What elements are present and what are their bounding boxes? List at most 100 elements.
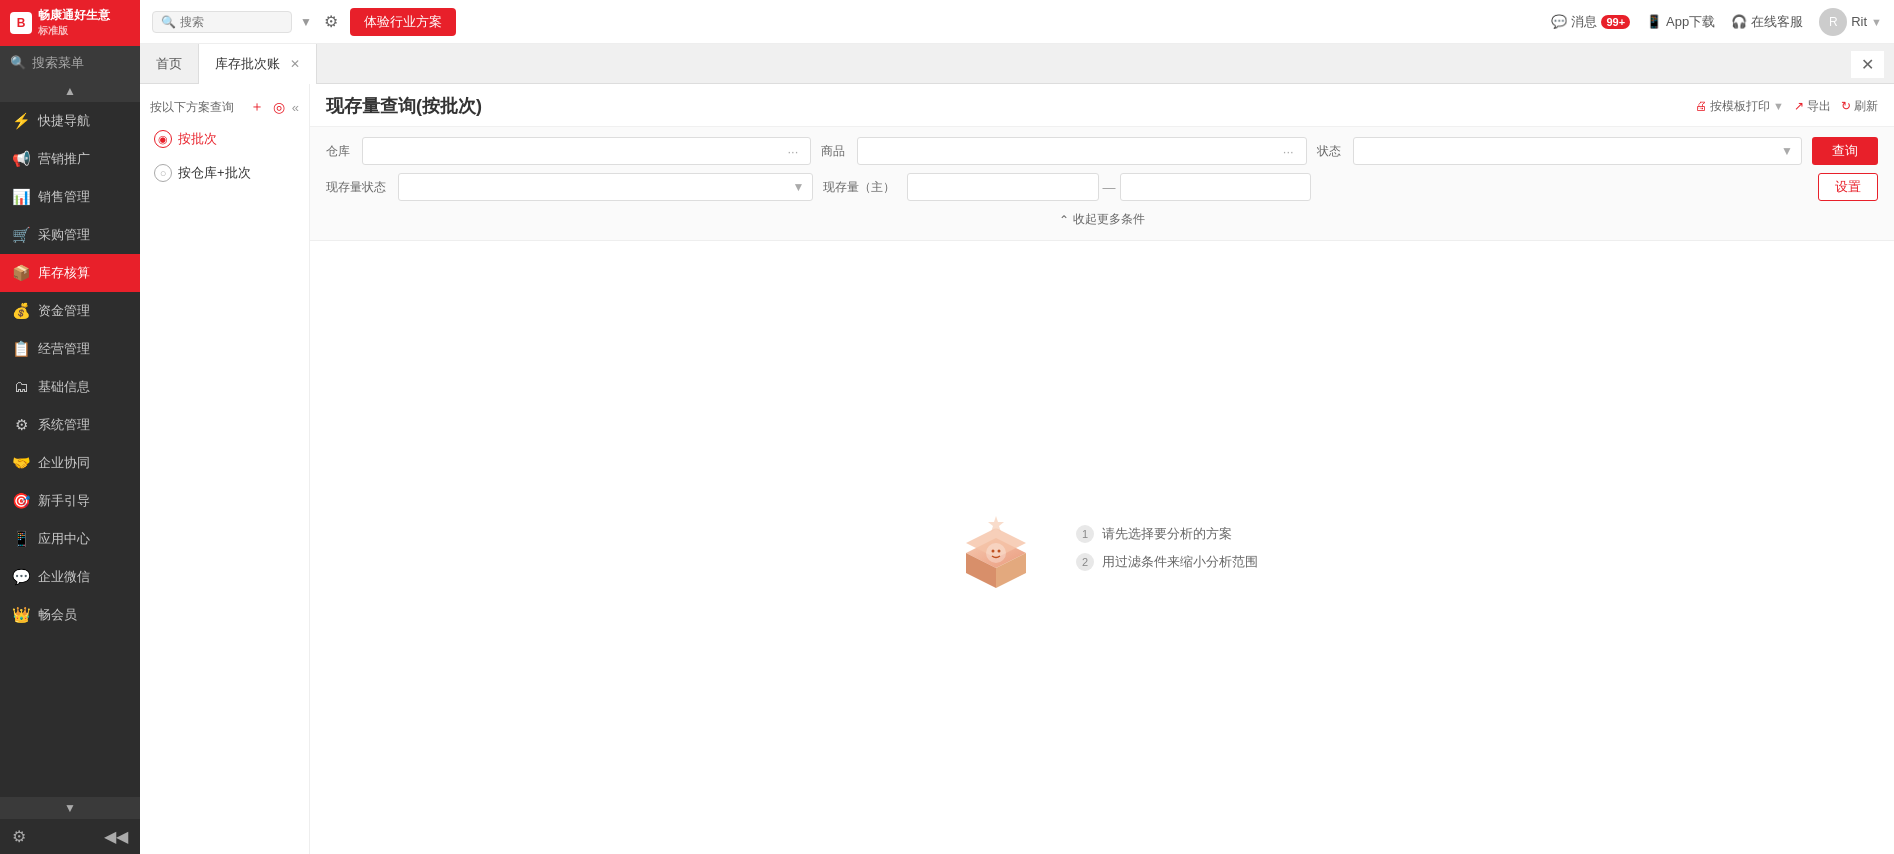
enterprise-icon: 🤝 [12,454,30,472]
user-profile-item[interactable]: R Rit ▼ [1819,8,1882,36]
left-panel-item-by-batch[interactable]: ◉ 按批次 [140,122,309,156]
manage-scheme-btn[interactable]: ◎ [270,98,288,116]
topbar: 🔍 ▼ ⚙ 体验行业方案 💬 消息 99+ 📱 App下载 🎧 在线客服 R [140,0,1894,44]
operations-icon: 📋 [12,340,30,358]
warehouse-filter: 仓库 ··· [326,137,811,165]
empty-state: 1 请先选择要分析的方案 2 用过滤条件来缩小分析范围 [310,241,1894,854]
right-panel: 现存量查询(按批次) 🖨 按模板打印 ▼ ↗ 导出 ↻ 刷新 [310,84,1894,854]
tab-close-icon[interactable]: ✕ [290,57,300,71]
phone-icon: 📱 [1646,14,1662,29]
sidebar-search-label: 搜索菜单 [32,54,84,72]
query-btn[interactable]: 查询 [1812,137,1878,165]
sidebar-scroll-up[interactable]: ▲ [0,80,140,102]
left-panel-title: 按以下方案查询 [150,99,234,116]
export-action[interactable]: ↗ 导出 [1794,98,1831,115]
topbar-gear-icon[interactable]: ⚙ [320,12,342,31]
refresh-action[interactable]: ↻ 刷新 [1841,98,1878,115]
sidebar-item-quick-nav[interactable]: ⚡ 快捷导航 [0,102,140,140]
settings-btn[interactable]: 设置 [1818,173,1878,201]
marketing-icon: 📢 [12,150,30,168]
left-panel-item-label: 按仓库+批次 [178,164,251,182]
export-label: 导出 [1807,98,1831,115]
svg-point-6 [998,549,1001,552]
topbar-right: 💬 消息 99+ 📱 App下载 🎧 在线客服 R Rit ▼ [1551,8,1882,36]
empty-tip-1: 1 请先选择要分析的方案 [1076,525,1258,543]
online-service-item[interactable]: 🎧 在线客服 [1731,13,1803,31]
sidebar-item-enterprise[interactable]: 🤝 企业协同 [0,444,140,482]
stock-amount-label: 现存量（主） [823,179,901,196]
topbar-left: 🔍 ▼ ⚙ 体验行业方案 [152,8,1543,36]
refresh-label: 刷新 [1854,98,1878,115]
collapse-panel-btn[interactable]: « [292,100,299,115]
product-more-btn[interactable]: ··· [1279,144,1298,159]
page-title: 现存量查询(按批次) [326,94,482,118]
sidebar-item-system[interactable]: ⚙ 系统管理 [0,406,140,444]
stock-status-dropdown-icon: ▼ [792,180,804,194]
online-service-label: 在线客服 [1751,13,1803,31]
filter-area: 仓库 ··· 商品 ··· [310,127,1894,241]
sidebar-item-member[interactable]: 👑 畅会员 [0,596,140,634]
chevron-up-icon: ⌃ [1059,213,1069,227]
add-scheme-btn[interactable]: ＋ [248,98,266,116]
tab-home[interactable]: 首页 [140,44,199,84]
basic-icon: 🗂 [12,378,30,395]
sidebar: B 畅康通好生意 标准版 🔍 搜索菜单 ▲ ⚡ 快捷导航 📢 营销推广 📊 销售… [0,0,140,854]
messages-item[interactable]: 💬 消息 99+ [1551,13,1630,31]
page-content: 按以下方案查询 ＋ ◎ « ◉ 按批次 ○ 按仓库+批次 现存量查询(按批次) [140,84,1894,854]
system-icon: ⚙ [12,416,30,434]
sidebar-item-finance[interactable]: 💰 资金管理 [0,292,140,330]
guide-icon: 🎯 [12,492,30,510]
user-name: Rit [1851,14,1867,29]
sidebar-item-sales[interactable]: 📊 销售管理 [0,178,140,216]
messages-badge: 99+ [1601,15,1630,29]
status-filter: 状态 ▼ [1317,137,1802,165]
topbar-dropdown-icon[interactable]: ▼ [300,15,312,29]
app-download-label: App下载 [1666,13,1715,31]
sidebar-item-purchase[interactable]: 🛒 采购管理 [0,216,140,254]
topbar-search-input[interactable] [180,15,280,29]
warehouse-input[interactable] [371,144,779,158]
batch-scheme-icon: ◉ [154,130,172,148]
left-panel: 按以下方案查询 ＋ ◎ « ◉ 按批次 ○ 按仓库+批次 [140,84,310,854]
sidebar-item-label: 库存核算 [38,264,90,282]
trial-btn[interactable]: 体验行业方案 [350,8,456,36]
sidebar-item-guide[interactable]: 🎯 新手引导 [0,482,140,520]
stock-amount-filter: 现存量（主） — [823,173,1310,201]
sidebar-item-basic[interactable]: 🗂 基础信息 [0,368,140,406]
app-download-item[interactable]: 📱 App下载 [1646,13,1715,31]
sidebar-item-marketing[interactable]: 📢 营销推广 [0,140,140,178]
svg-point-5 [992,549,995,552]
collapse-sidebar-icon[interactable]: ◀◀ [104,827,128,846]
stock-amount-max-input[interactable] [1120,173,1311,201]
stock-amount-dash: — [1103,180,1116,195]
sidebar-item-operations[interactable]: 📋 经营管理 [0,330,140,368]
sidebar-item-app-center[interactable]: 📱 应用中心 [0,520,140,558]
stock-status-label: 现存量状态 [326,179,392,196]
sidebar-item-wechat[interactable]: 💬 企业微信 [0,558,140,596]
app-logo: B [10,12,32,34]
collapse-more-label: 收起更多条件 [1073,211,1145,228]
tabbar: 首页 库存批次账 ✕ ✕ [140,44,1894,84]
warehouse-label: 仓库 [326,143,356,160]
sidebar-scroll-down[interactable]: ▼ [0,797,140,819]
status-label: 状态 [1317,143,1347,160]
product-filter: 商品 ··· [821,137,1306,165]
tab-home-label: 首页 [156,55,182,73]
stock-amount-min-input[interactable] [907,173,1098,201]
left-panel-item-by-warehouse-batch[interactable]: ○ 按仓库+批次 [140,156,309,190]
window-close-btn[interactable]: ✕ [1851,51,1884,78]
product-input[interactable] [866,144,1274,158]
collapse-more-btn[interactable]: ⌃ 收起更多条件 [326,205,1878,230]
export-icon: ↗ [1794,99,1804,113]
left-panel-actions: ＋ ◎ « [248,98,299,116]
search-icon: 🔍 [10,55,26,70]
topbar-search-box[interactable]: 🔍 [152,11,292,33]
tab-batch-account[interactable]: 库存批次账 ✕ [199,44,317,84]
warehouse-more-btn[interactable]: ··· [783,144,802,159]
print-action[interactable]: 🖨 按模板打印 ▼ [1695,98,1784,115]
settings-icon[interactable]: ⚙ [12,827,26,846]
sidebar-search[interactable]: 🔍 搜索菜单 [0,46,140,80]
main-content: 🔍 ▼ ⚙ 体验行业方案 💬 消息 99+ 📱 App下载 🎧 在线客服 R [140,0,1894,854]
sidebar-item-inventory[interactable]: 📦 库存核算 [0,254,140,292]
tab-batch-account-label: 库存批次账 [215,55,280,73]
